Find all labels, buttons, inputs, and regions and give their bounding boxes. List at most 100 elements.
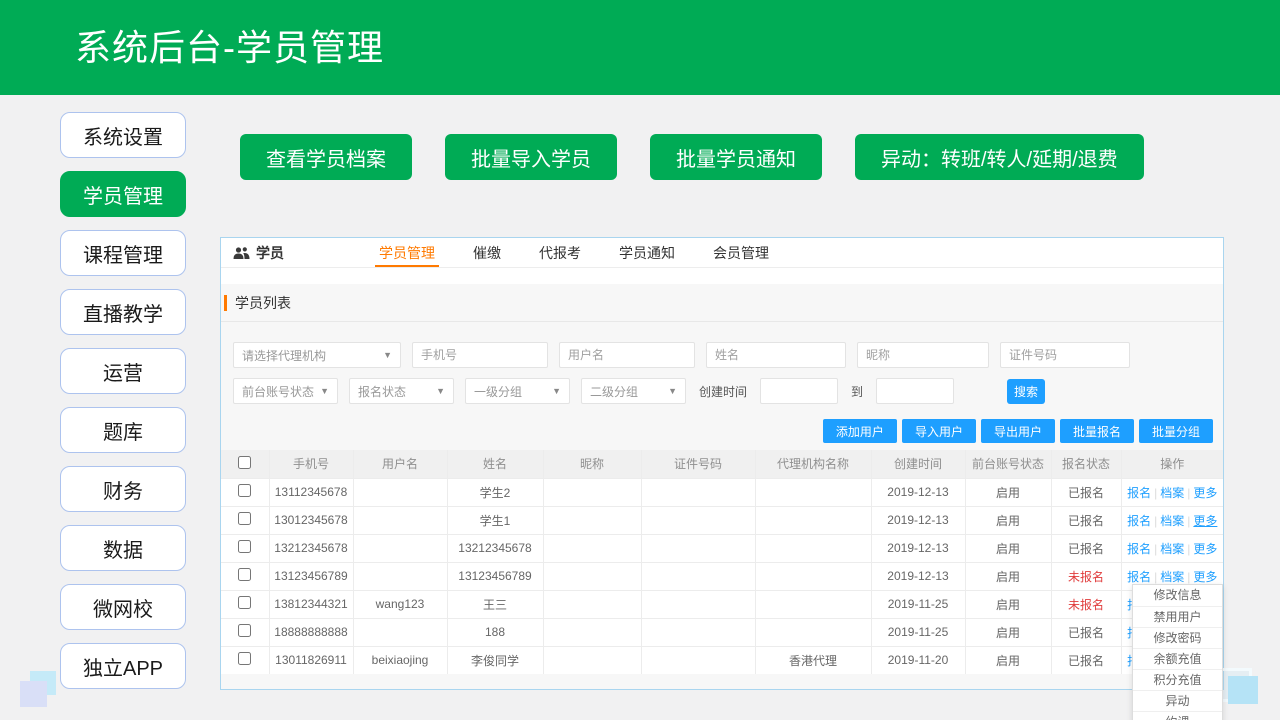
created-time-start-input[interactable] — [760, 378, 838, 404]
row-checkbox[interactable] — [238, 512, 251, 525]
sidebar-item-系统设置[interactable]: 系统设置 — [60, 112, 186, 158]
dropdown-item-余额充值[interactable]: 余额充值 — [1133, 648, 1222, 669]
module-title: 学员 — [233, 238, 284, 267]
cell: 13212345678 — [447, 534, 543, 562]
bulk-action-button[interactable]: 批量分组 — [1139, 419, 1213, 443]
quick-action-button[interactable]: 批量导入学员 — [445, 134, 617, 180]
row-checkbox-cell — [221, 534, 269, 562]
cell — [543, 646, 641, 674]
row-action-档案[interactable]: 档案 — [1160, 542, 1184, 556]
cell: 启用 — [965, 534, 1051, 562]
table-row: 13112345678学生22019-12-13启用已报名报名|档案|更多 — [221, 478, 1223, 506]
tab-会员管理[interactable]: 会员管理 — [713, 238, 769, 267]
tab-代报考[interactable]: 代报考 — [539, 238, 581, 267]
filter-input[interactable] — [559, 342, 695, 368]
sidebar-item-题库[interactable]: 题库 — [60, 407, 186, 453]
more-dropdown-menu: 修改信息禁用用户修改密码余额充值积分充值异动约课 — [1132, 584, 1223, 720]
cell — [641, 534, 755, 562]
page-title: 系统后台-学员管理 — [75, 0, 384, 95]
quick-action-button[interactable]: 异动：转班/转人/延期/退费 — [855, 134, 1144, 180]
chevron-down-icon: ▼ — [552, 386, 561, 396]
cell — [543, 618, 641, 646]
column-header: 证件号码 — [641, 450, 755, 478]
corner-decoration-cyan-right — [1228, 676, 1258, 704]
row-action-档案[interactable]: 档案 — [1160, 570, 1184, 584]
sidebar-item-财务[interactable]: 财务 — [60, 466, 186, 512]
sidebar-item-数据[interactable]: 数据 — [60, 525, 186, 571]
cell — [641, 646, 755, 674]
quick-action-button[interactable]: 批量学员通知 — [650, 134, 822, 180]
dropdown-item-修改密码[interactable]: 修改密码 — [1133, 627, 1222, 648]
sidebar-item-独立APP[interactable]: 独立APP — [60, 643, 186, 689]
sidebar-item-运营[interactable]: 运营 — [60, 348, 186, 394]
chevron-down-icon: ▼ — [383, 350, 392, 360]
link-separator: | — [1187, 514, 1190, 528]
row-checkbox[interactable] — [238, 652, 251, 665]
tab-学员管理[interactable]: 学员管理 — [379, 238, 435, 267]
tab-催缴[interactable]: 催缴 — [473, 238, 501, 267]
cell — [755, 506, 871, 534]
row-action-报名[interactable]: 报名 — [1127, 514, 1151, 528]
cell — [543, 478, 641, 506]
cell: 2019-11-25 — [871, 618, 965, 646]
cell — [755, 590, 871, 618]
row-checkbox[interactable] — [238, 596, 251, 609]
quick-action-button[interactable]: 查看学员档案 — [240, 134, 412, 180]
filter-input[interactable] — [706, 342, 846, 368]
search-button[interactable]: 搜索 — [1007, 379, 1045, 404]
top-banner: 系统后台-学员管理 — [0, 0, 1280, 95]
row-action-档案[interactable]: 档案 — [1160, 486, 1184, 500]
cell: 2019-11-25 — [871, 590, 965, 618]
bulk-action-button[interactable]: 添加用户 — [823, 419, 897, 443]
filter-select-value: 一级分组 — [474, 383, 522, 400]
bulk-actions-row: 添加用户导入用户导出用户批量报名批量分组 — [221, 419, 1223, 443]
filter-input[interactable] — [1000, 342, 1130, 368]
row-action-报名[interactable]: 报名 — [1127, 542, 1151, 556]
cell — [755, 478, 871, 506]
row-checkbox[interactable] — [238, 484, 251, 497]
filter-select[interactable]: 前台账号状态▼ — [233, 378, 338, 404]
row-checkbox[interactable] — [238, 624, 251, 637]
row-action-报名[interactable]: 报名 — [1127, 486, 1151, 500]
bulk-action-button[interactable]: 导出用户 — [981, 419, 1055, 443]
table-header-row: 手机号用户名姓名昵称证件号码代理机构名称创建时间前台账号状态报名状态操作 — [221, 450, 1223, 478]
row-action-更多[interactable]: 更多 — [1193, 542, 1217, 556]
dropdown-item-约课[interactable]: 约课 — [1133, 711, 1222, 720]
filter-input[interactable] — [857, 342, 989, 368]
dropdown-item-积分充值[interactable]: 积分充值 — [1133, 669, 1222, 690]
sidebar-item-学员管理[interactable]: 学员管理 — [60, 171, 186, 217]
sidebar-item-直播教学[interactable]: 直播教学 — [60, 289, 186, 335]
row-checkbox-cell — [221, 646, 269, 674]
filter-input[interactable] — [412, 342, 548, 368]
cell: 13812344321 — [269, 590, 353, 618]
cell: 2019-12-13 — [871, 506, 965, 534]
bulk-action-button[interactable]: 批量报名 — [1060, 419, 1134, 443]
row-action-报名[interactable]: 报名 — [1127, 570, 1151, 584]
cell: 启用 — [965, 506, 1051, 534]
filter-select[interactable]: 二级分组▼ — [581, 378, 686, 404]
tab-学员通知[interactable]: 学员通知 — [619, 238, 675, 267]
row-checkbox-cell — [221, 590, 269, 618]
sidebar-item-课程管理[interactable]: 课程管理 — [60, 230, 186, 276]
sidebar-item-微网校[interactable]: 微网校 — [60, 584, 186, 630]
created-time-end-input[interactable] — [876, 378, 954, 404]
cell — [641, 562, 755, 590]
dropdown-item-修改信息[interactable]: 修改信息 — [1133, 585, 1222, 606]
row-action-档案[interactable]: 档案 — [1160, 514, 1184, 528]
row-action-更多[interactable]: 更多 — [1193, 570, 1217, 584]
filter-select[interactable]: 一级分组 ▼ — [465, 378, 570, 404]
header-gap — [221, 268, 1223, 284]
select-all-checkbox[interactable] — [238, 456, 251, 469]
bulk-action-button[interactable]: 导入用户 — [902, 419, 976, 443]
row-checkbox[interactable] — [238, 540, 251, 553]
filter-select[interactable]: 报名状态▼ — [349, 378, 454, 404]
row-checkbox[interactable] — [238, 568, 251, 581]
dropdown-item-异动[interactable]: 异动 — [1133, 690, 1222, 711]
row-action-更多[interactable]: 更多 — [1193, 486, 1217, 500]
cell: 2019-12-13 — [871, 478, 965, 506]
cell — [353, 562, 447, 590]
dropdown-item-禁用用户[interactable]: 禁用用户 — [1133, 606, 1222, 627]
filter-select[interactable]: 请选择代理机构▼ — [233, 342, 401, 368]
students-icon — [233, 246, 250, 260]
row-action-更多[interactable]: 更多 — [1193, 514, 1217, 528]
